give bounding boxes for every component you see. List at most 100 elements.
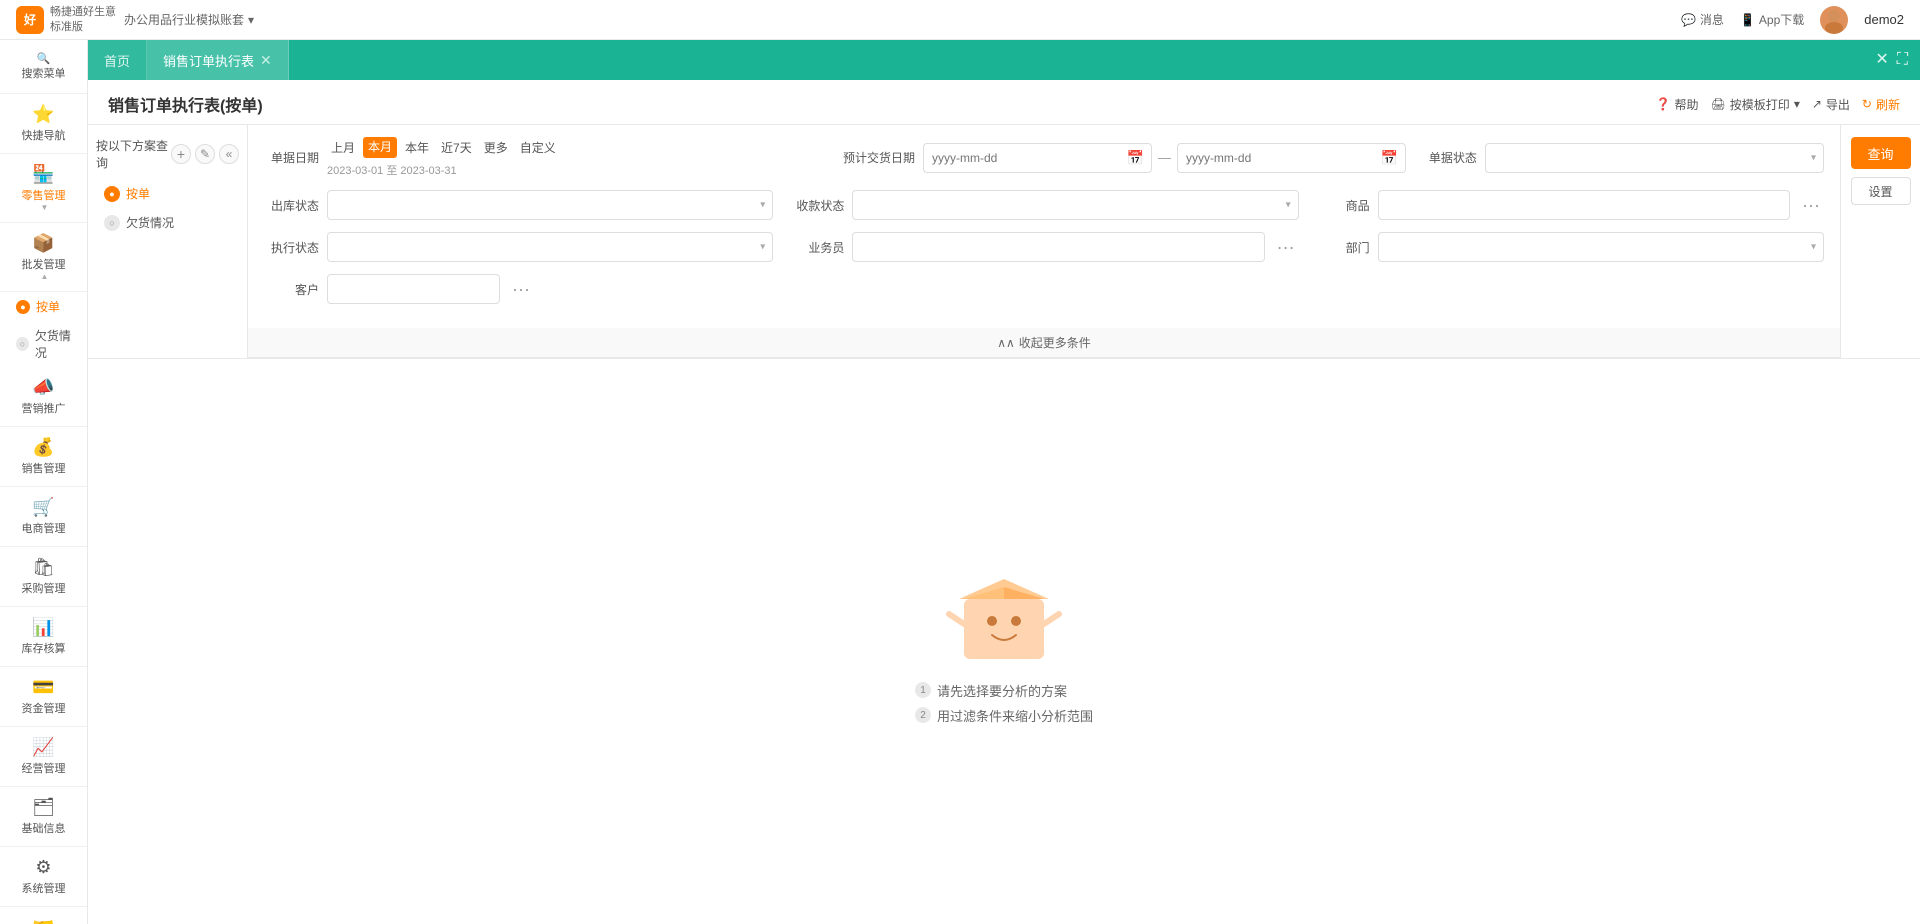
collapse-bar[interactable]: ∧∧ 收起更多条件 bbox=[248, 328, 1840, 358]
scheme-edit-button[interactable]: ✎ bbox=[195, 144, 215, 164]
print-button[interactable]: 🖨 按模板打印 ▾ bbox=[1711, 96, 1800, 113]
marketing-icon: 📣 bbox=[32, 377, 54, 398]
date-tab-custom[interactable]: 自定义 bbox=[516, 137, 560, 158]
filter-field-goods: 商品 ··· bbox=[1315, 190, 1824, 220]
date-field-content: 上月 本月 本年 近7天 更多 自定义 2023-03-01 至 2023-03… bbox=[327, 137, 827, 178]
sidebar-item-ecommerce[interactable]: 🛒 电商管理 bbox=[0, 487, 87, 547]
sidebar-subitem-debt[interactable]: ○ 欠货情况 bbox=[0, 321, 87, 367]
sidebar-item-inventory[interactable]: 📊 库存核算 bbox=[0, 607, 87, 667]
system-icon: ⚙ bbox=[35, 857, 51, 878]
salesperson-label: 业务员 bbox=[789, 239, 844, 256]
payment-select[interactable] bbox=[852, 190, 1298, 220]
hint-num-1: 1 bbox=[915, 682, 931, 698]
delivery-label: 预计交货日期 bbox=[843, 149, 915, 166]
sales-order-exec-tab-label: 销售订单执行表 bbox=[163, 51, 254, 70]
filter-field-order-status: 单据状态 ▾ bbox=[1422, 143, 1824, 173]
search-menu-button[interactable]: 🔍 搜索菜单 bbox=[4, 48, 83, 85]
customer-more-icon[interactable]: ··· bbox=[508, 279, 534, 300]
tab-close-icon[interactable]: ✕ bbox=[260, 53, 272, 67]
empty-hints: 1 请先选择要分析的方案 2 用过滤条件来缩小分析范围 bbox=[915, 681, 1093, 725]
wholesale-expand-icon: ▲ bbox=[41, 272, 49, 281]
scheme-collapse-button[interactable]: « bbox=[219, 144, 239, 164]
order-status-select[interactable] bbox=[1485, 143, 1824, 173]
page-title: 销售订单执行表(按单) bbox=[108, 92, 263, 116]
outbound-select[interactable] bbox=[327, 190, 773, 220]
press-dot-icon: ● bbox=[16, 300, 30, 314]
department-select[interactable] bbox=[1378, 232, 1824, 262]
hint-num-2: 2 bbox=[915, 707, 931, 723]
date-label: 单据日期 bbox=[264, 149, 319, 166]
sidebar-item-retail[interactable]: 🏪 零售管理 ▼ bbox=[0, 154, 87, 223]
sidebar-item-sales[interactable]: 💰 销售管理 bbox=[0, 427, 87, 487]
sidebar-search: 🔍 搜索菜单 bbox=[0, 40, 87, 94]
query-button[interactable]: 查询 bbox=[1851, 137, 1911, 169]
goods-more-icon[interactable]: ··· bbox=[1798, 195, 1824, 216]
scheme-add-button[interactable]: + bbox=[171, 144, 191, 164]
sidebar-item-system[interactable]: ⚙ 系统管理 bbox=[0, 847, 87, 907]
print-icon: 🖨 bbox=[1711, 97, 1726, 111]
date-tab-more[interactable]: 更多 bbox=[480, 137, 512, 158]
payment-label: 收款状态 bbox=[789, 197, 844, 214]
main-layout: 🔍 搜索菜单 ⭐ 快捷导航 🏪 零售管理 ▼ 📦 批发管理 ▲ ● 按单 ○ 欠… bbox=[0, 40, 1920, 924]
close-window-button[interactable]: ✕ bbox=[1875, 52, 1888, 68]
scheme-item-press[interactable]: ● 按单 bbox=[96, 179, 239, 208]
date-range-display: 2023-03-01 至 2023-03-31 bbox=[327, 162, 827, 178]
delivery-end-date-input[interactable] bbox=[1177, 143, 1406, 173]
calendar-start-icon[interactable]: 📅 bbox=[1127, 149, 1144, 166]
scheme-press-dot-icon: ● bbox=[104, 186, 120, 202]
customer-input[interactable] bbox=[327, 274, 500, 304]
department-select-wrapper: ▾ bbox=[1378, 232, 1824, 262]
exec-status-select[interactable] bbox=[327, 232, 773, 262]
goods-label: 商品 bbox=[1315, 197, 1370, 214]
sidebar-item-quick-nav[interactable]: ⭐ 快捷导航 bbox=[0, 94, 87, 154]
date-tab-this-month[interactable]: 本月 bbox=[363, 137, 397, 158]
export-icon: ↗ bbox=[1812, 97, 1822, 111]
sidebar-item-operations[interactable]: 📈 经营管理 bbox=[0, 727, 87, 787]
calendar-end-icon[interactable]: 📅 bbox=[1380, 149, 1397, 166]
expand-window-button[interactable]: ⛶ bbox=[1897, 52, 1908, 68]
wholesale-icon: 📦 bbox=[32, 233, 54, 254]
goods-input[interactable] bbox=[1378, 190, 1790, 220]
salesperson-more-icon[interactable]: ··· bbox=[1273, 237, 1299, 258]
message-button[interactable]: 💬 消息 bbox=[1681, 11, 1724, 28]
filter-panel: 按以下方案查询 + ✎ « ● 按单 ○ bbox=[88, 125, 1920, 359]
help-button[interactable]: ❓ 帮助 bbox=[1656, 96, 1699, 113]
home-tab-label: 首页 bbox=[104, 51, 130, 70]
date-tabs: 上月 本月 本年 近7天 更多 自定义 bbox=[327, 137, 827, 158]
date-tab-7days[interactable]: 近7天 bbox=[437, 137, 476, 158]
user-name[interactable]: demo2 bbox=[1864, 12, 1904, 27]
sidebar-subitem-press[interactable]: ● 按单 bbox=[0, 292, 87, 321]
sidebar-item-wholesale[interactable]: 📦 批发管理 ▲ bbox=[0, 223, 87, 292]
date-tab-last-month[interactable]: 上月 bbox=[327, 137, 359, 158]
top-bar: 好 畅捷通好生意 标准版 办公用品行业模拟账套 ▾ 💬 消息 📱 App下载 d… bbox=[0, 0, 1920, 40]
export-button[interactable]: ↗ 导出 bbox=[1812, 96, 1850, 113]
filter-field-customer: 客户 ··· bbox=[264, 274, 534, 304]
scheme-item-debt[interactable]: ○ 欠货情况 bbox=[96, 208, 239, 237]
sidebar-item-basics[interactable]: 🗂 基础信息 bbox=[0, 787, 87, 847]
delivery-start-date-input[interactable] bbox=[923, 143, 1152, 173]
collapse-arrow-icon: ∧∧ bbox=[997, 336, 1015, 350]
sidebar-item-finance[interactable]: 💳 资金管理 bbox=[0, 667, 87, 727]
search-icon: 🔍 bbox=[37, 53, 51, 65]
mobile-icon: 📱 bbox=[1740, 13, 1755, 27]
ecommerce-icon: 🛒 bbox=[32, 497, 54, 518]
customer-label: 客户 bbox=[264, 281, 319, 298]
logo-text: 畅捷通好生意 标准版 bbox=[50, 5, 116, 34]
settings-button[interactable]: 设置 bbox=[1851, 177, 1911, 205]
salesperson-input[interactable] bbox=[852, 232, 1264, 262]
filter-field-payment: 收款状态 ▾ bbox=[789, 190, 1298, 220]
tab-sales-order-exec[interactable]: 销售订单执行表 ✕ bbox=[147, 40, 289, 80]
scheme-label: 按以下方案查询 bbox=[96, 137, 171, 171]
order-status-select-wrapper: ▾ bbox=[1485, 143, 1824, 173]
sidebar: 🔍 搜索菜单 ⭐ 快捷导航 🏪 零售管理 ▼ 📦 批发管理 ▲ ● 按单 ○ 欠… bbox=[0, 40, 88, 924]
date-tab-this-year[interactable]: 本年 bbox=[401, 137, 433, 158]
exec-status-label: 执行状态 bbox=[264, 239, 319, 256]
app-download-button[interactable]: 📱 App下载 bbox=[1740, 11, 1804, 28]
tab-home[interactable]: 首页 bbox=[88, 40, 147, 80]
sidebar-item-marketing[interactable]: 📣 营销推广 bbox=[0, 367, 87, 427]
refresh-button[interactable]: ↻ 刷新 bbox=[1862, 96, 1900, 113]
sidebar-item-purchase[interactable]: 🛍 采购管理 bbox=[0, 547, 87, 607]
filter-row-3: 执行状态 ▾ 业务员 bbox=[264, 232, 1824, 262]
filter-field-salesperson: 业务员 ··· bbox=[789, 232, 1298, 262]
sidebar-item-enterprise[interactable]: 🤝 企业协同 bbox=[0, 907, 87, 924]
